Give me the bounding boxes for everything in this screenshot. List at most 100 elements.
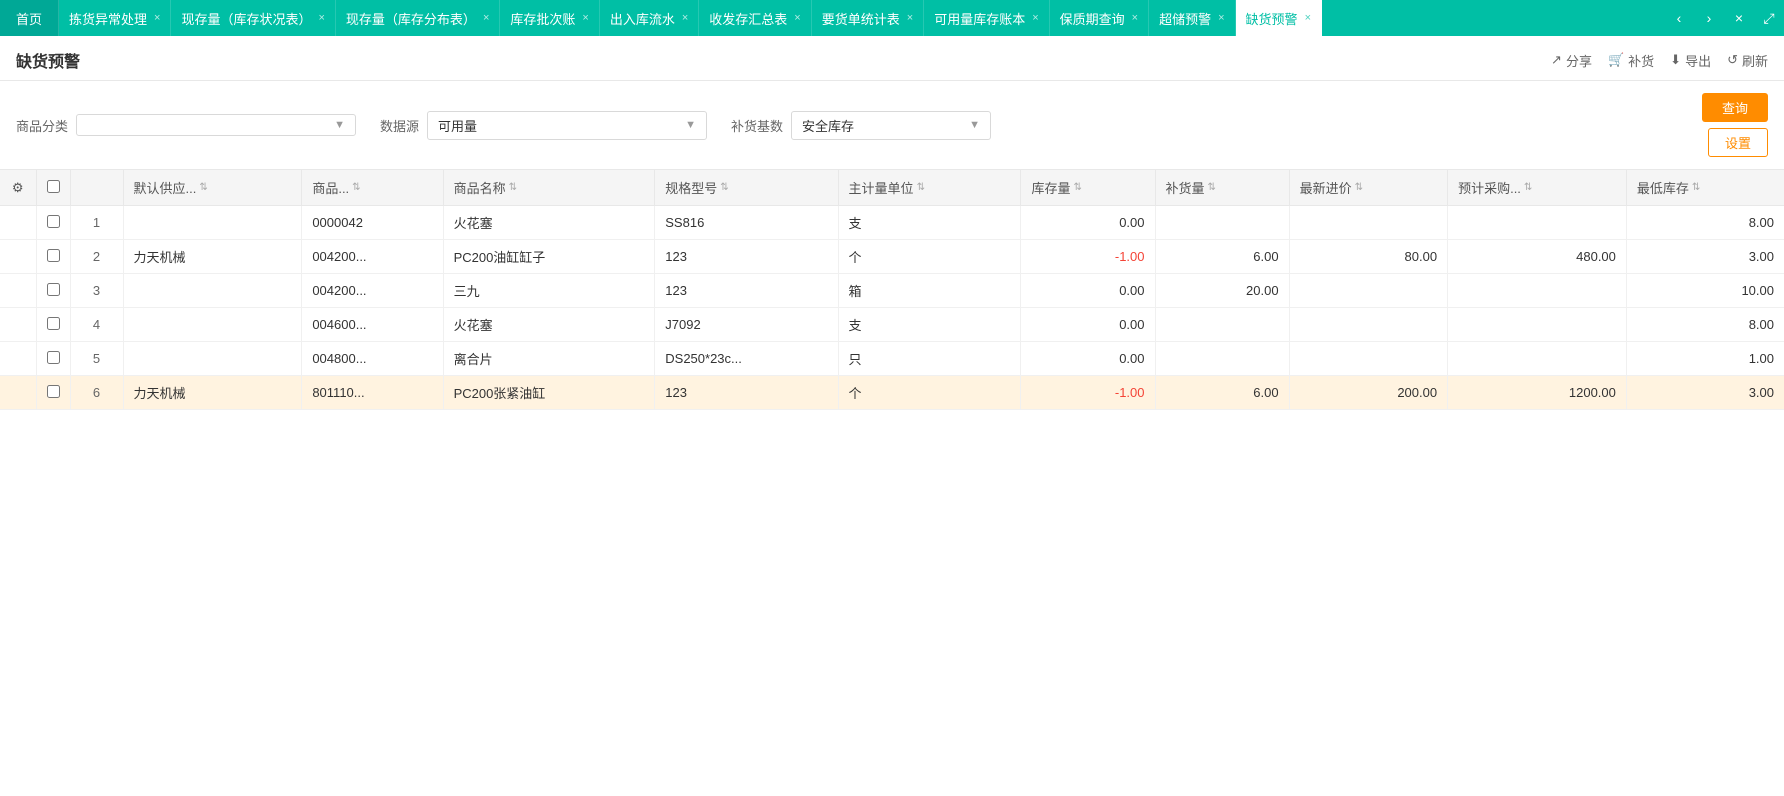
datasource-value: 可用量 — [438, 116, 477, 135]
share-button[interactable]: ↗ 分享 — [1551, 51, 1592, 70]
nav-tab-1[interactable]: 拣货异常处理 × — [59, 0, 171, 36]
row-supplier: 力天机械 — [123, 240, 302, 274]
row-checkbox-cell[interactable] — [36, 274, 70, 308]
nav-tab-8[interactable]: 可用量库存账本 × — [924, 0, 1049, 36]
row-checkbox-5[interactable] — [47, 385, 60, 398]
share-label: 分享 — [1566, 51, 1592, 70]
nav-tab-6[interactable]: 收发存汇总表 × — [699, 0, 811, 36]
th-unit[interactable]: 主计量单位 ⇅ — [838, 170, 1021, 206]
th-code[interactable]: 商品... ⇅ — [302, 170, 443, 206]
nav-close-all-button[interactable]: × — [1724, 0, 1754, 36]
table-header-row: ⚙ 默认供应... ⇅ 商品... — [0, 170, 1784, 206]
cart-icon: 🛒 — [1608, 52, 1624, 68]
row-latest-price — [1289, 342, 1447, 376]
category-arrow-icon: ▼ — [334, 119, 345, 131]
settings-button[interactable]: 设置 — [1708, 128, 1768, 157]
th-spec[interactable]: 规格型号 ⇅ — [655, 170, 838, 206]
th-settings[interactable]: ⚙ — [0, 170, 36, 206]
th-est-purchase-label: 预计采购... — [1458, 178, 1521, 197]
row-code: 004200... — [302, 240, 443, 274]
export-button[interactable]: ⬇ 导出 — [1670, 51, 1711, 70]
row-index: 6 — [70, 376, 123, 410]
nav-prev-button[interactable]: ‹ — [1664, 0, 1694, 36]
nav-tab-7[interactable]: 要货单统计表 × — [812, 0, 924, 36]
row-min-stock: 3.00 — [1626, 240, 1784, 274]
nav-next-button[interactable]: › — [1694, 0, 1724, 36]
row-name: 三九 — [443, 274, 655, 308]
nav-tab-4[interactable]: 库存批次账 × — [500, 0, 599, 36]
filter-category: 商品分类 ▼ — [16, 114, 356, 136]
row-checkbox-cell[interactable] — [36, 240, 70, 274]
row-stock: -1.00 — [1021, 376, 1155, 410]
nav-tab-3[interactable]: 现存量（库存分布表） × — [336, 0, 500, 36]
th-est-purchase[interactable]: 预计采购... ⇅ — [1448, 170, 1627, 206]
sort-spec-icon: ⇅ — [720, 182, 728, 193]
page-content: 缺货预警 ↗ 分享 🛒 补货 ⬇ 导出 ↺ 刷新 商品分类 — [0, 36, 1784, 796]
table-row: 6 力天机械 801110... PC200张紧油缸 123 个 -1.00 6… — [0, 376, 1784, 410]
table-row: 5 004800... 离合片 DS250*23c... 只 0.00 1.00 — [0, 342, 1784, 376]
table-row: 4 004600... 火花塞 J7092 支 0.00 8.00 — [0, 308, 1784, 342]
nav-tab-10[interactable]: 超储预警 × — [1149, 0, 1235, 36]
select-all-checkbox[interactable] — [47, 180, 60, 193]
row-est-purchase — [1448, 342, 1627, 376]
page-header: 缺货预警 ↗ 分享 🛒 补货 ⬇ 导出 ↺ 刷新 — [0, 36, 1784, 81]
row-checkbox-cell[interactable] — [36, 308, 70, 342]
row-spec: DS250*23c... — [655, 342, 838, 376]
nav-tab-2[interactable]: 现存量（库存状况表） × — [171, 0, 335, 36]
tab-close-6[interactable]: × — [794, 12, 800, 24]
tab-close-4[interactable]: × — [582, 12, 588, 24]
row-supplier — [123, 206, 302, 240]
row-checkbox-cell[interactable] — [36, 206, 70, 240]
sort-min-stock-icon: ⇅ — [1692, 182, 1700, 193]
row-checkbox-2[interactable] — [47, 283, 60, 296]
replenish-basis-select[interactable]: 安全库存 ▼ — [791, 111, 991, 140]
th-supplier[interactable]: 默认供应... ⇅ — [123, 170, 302, 206]
nav-tab-home[interactable]: 首页 — [0, 0, 59, 36]
nav-expand-button[interactable]: ⤢ — [1754, 0, 1784, 36]
datasource-arrow-icon: ▼ — [685, 119, 696, 131]
row-gear-cell — [0, 206, 36, 240]
tab-close-5[interactable]: × — [682, 12, 688, 24]
tab-close-3[interactable]: × — [483, 12, 489, 24]
th-checkbox — [36, 170, 70, 206]
th-stock-label: 库存量 — [1031, 178, 1070, 197]
datasource-select[interactable]: 可用量 ▼ — [427, 111, 707, 140]
tab-label-6: 收发存汇总表 — [709, 9, 787, 28]
category-select[interactable]: ▼ — [76, 114, 356, 136]
tab-label-4: 库存批次账 — [510, 9, 575, 28]
nav-tab-5[interactable]: 出入库流水 × — [600, 0, 699, 36]
replenish-basis-arrow-icon: ▼ — [969, 119, 980, 131]
replenish-button[interactable]: 🛒 补货 — [1608, 51, 1654, 70]
row-checkbox-4[interactable] — [47, 351, 60, 364]
tab-close-9[interactable]: × — [1132, 12, 1138, 24]
nav-tab-9[interactable]: 保质期查询 × — [1050, 0, 1149, 36]
row-checkbox-3[interactable] — [47, 317, 60, 330]
row-checkbox-0[interactable] — [47, 215, 60, 228]
th-name[interactable]: 商品名称 ⇅ — [443, 170, 655, 206]
tab-close-1[interactable]: × — [154, 12, 160, 24]
row-latest-price — [1289, 308, 1447, 342]
th-latest-price[interactable]: 最新进价 ⇅ — [1289, 170, 1447, 206]
row-checkbox-cell[interactable] — [36, 342, 70, 376]
tab-close-2[interactable]: × — [318, 12, 324, 24]
row-min-stock: 3.00 — [1626, 376, 1784, 410]
row-gear-cell — [0, 274, 36, 308]
sort-stock-icon: ⇅ — [1073, 182, 1081, 193]
th-stock[interactable]: 库存量 ⇅ — [1021, 170, 1155, 206]
refresh-button[interactable]: ↺ 刷新 — [1727, 51, 1768, 70]
tab-close-11[interactable]: × — [1305, 12, 1311, 24]
th-replenish[interactable]: 补货量 ⇅ — [1155, 170, 1289, 206]
row-unit: 箱 — [838, 274, 1021, 308]
row-latest-price: 80.00 — [1289, 240, 1447, 274]
replenish-basis-value: 安全库存 — [802, 116, 854, 135]
row-checkbox-1[interactable] — [47, 249, 60, 262]
th-min-stock[interactable]: 最低库存 ⇅ — [1626, 170, 1784, 206]
row-spec: SS816 — [655, 206, 838, 240]
row-checkbox-cell[interactable] — [36, 376, 70, 410]
nav-tab-11[interactable]: 缺货预警 × — [1236, 0, 1322, 36]
tab-close-7[interactable]: × — [907, 12, 913, 24]
query-button[interactable]: 查询 — [1702, 93, 1768, 122]
tab-close-10[interactable]: × — [1218, 12, 1224, 24]
row-spec: 123 — [655, 274, 838, 308]
tab-close-8[interactable]: × — [1032, 12, 1038, 24]
